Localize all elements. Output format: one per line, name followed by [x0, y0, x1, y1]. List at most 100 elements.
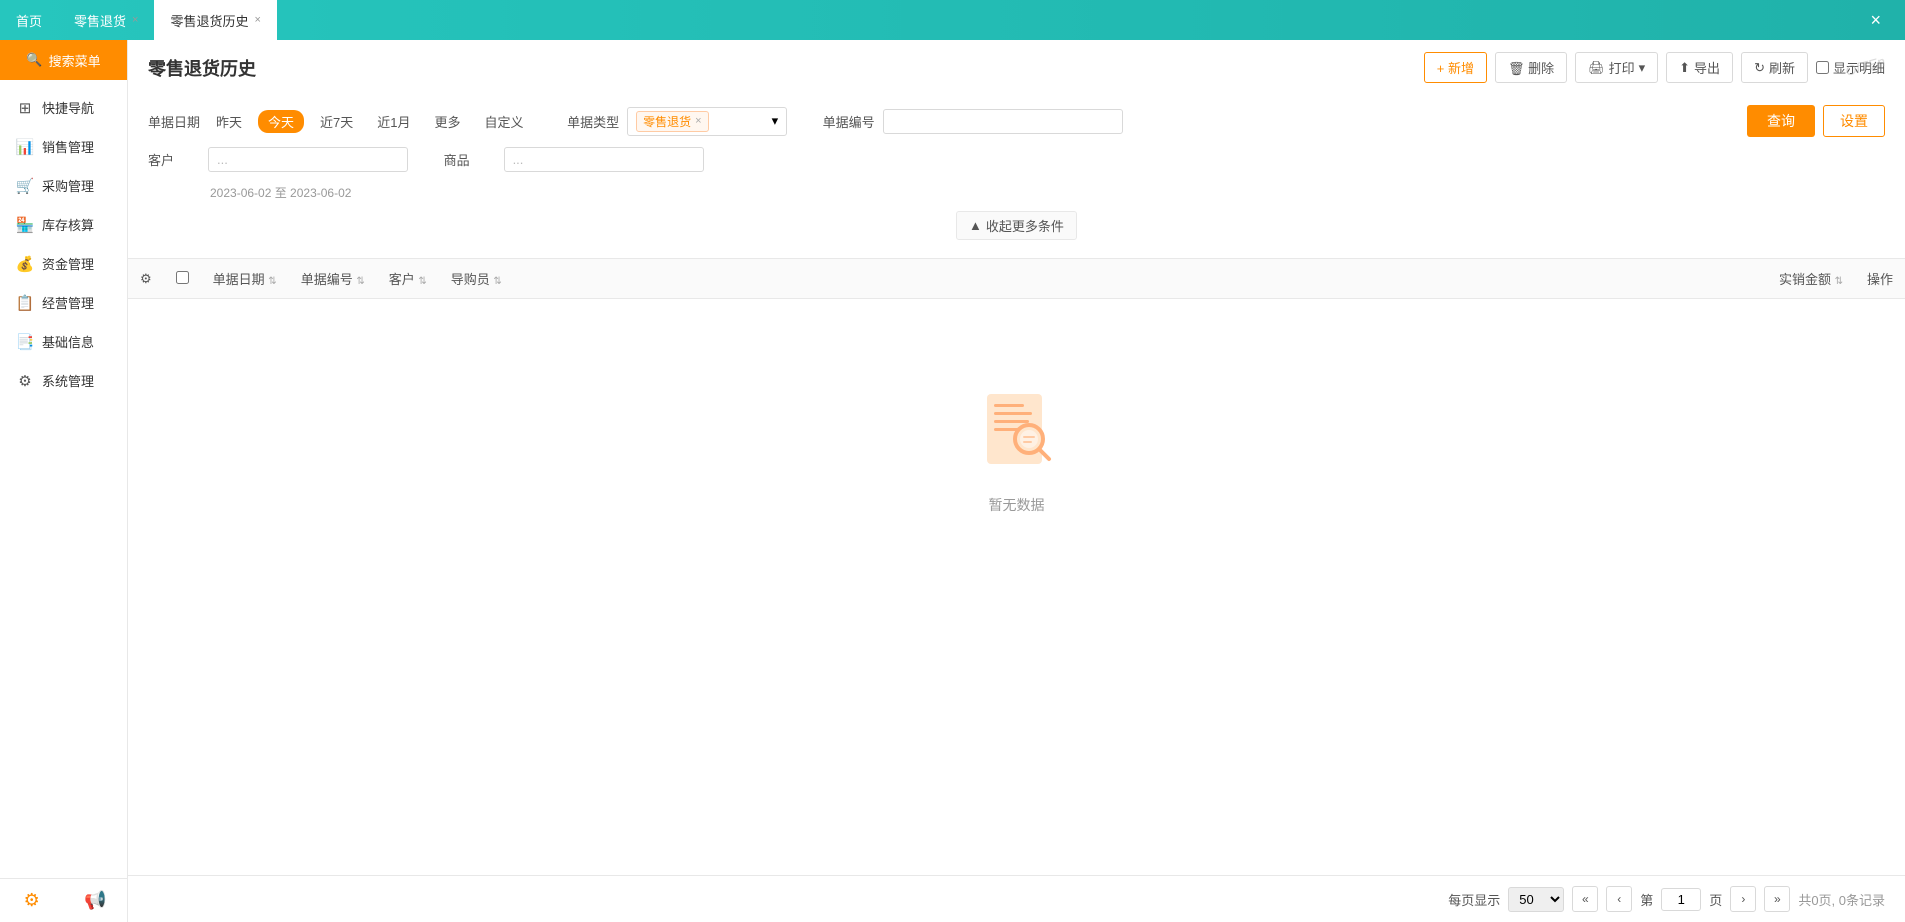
tab-close-零售退货历史[interactable]: ×	[254, 14, 260, 26]
window-close-button[interactable]: ×	[1862, 10, 1889, 31]
sort-bill-date-icon: ⇅	[268, 276, 276, 287]
th-spacer	[514, 259, 1767, 299]
sidebar-label-sales-mgmt: 销售管理	[42, 137, 94, 156]
bill-no-filter-label: 单据编号	[823, 112, 883, 131]
page-number-input[interactable]	[1661, 888, 1701, 911]
pagination-bar: 每页显示 20 50 100 « ‹ 第 页 › » 共0页, 0条记录	[128, 875, 1905, 922]
sidebar-label-quick-nav: 快捷导航	[42, 98, 94, 117]
bill-type-tag: 零售退货 ×	[636, 111, 708, 132]
prev-page-button[interactable]: ‹	[1606, 886, 1632, 912]
tab-零售退货历史[interactable]: 零售退货历史×	[154, 0, 276, 40]
sidebar-item-system-mgmt[interactable]: ⚙ 系统管理	[0, 361, 127, 400]
finance-icon: 💰	[16, 255, 34, 273]
set-button[interactable]: 设置	[1823, 105, 1885, 137]
top-bar: 首页零售退货×零售退货历史× ×	[0, 0, 1905, 40]
th-customer[interactable]: 客户 ⇅	[377, 259, 439, 299]
collapse-icon: ▲	[969, 218, 982, 233]
empty-text: 暂无数据	[989, 495, 1045, 515]
bill-type-select[interactable]: 零售退货 × ▾	[627, 107, 787, 136]
page-title-row: 零售退货历史 + 新增 🗑 删除 🖨 打印 ▾ ⬆ 导出 ↻	[148, 52, 1885, 83]
goods-input[interactable]	[504, 147, 704, 172]
system-mgmt-icon: ⚙	[16, 372, 34, 390]
th-guide-label: 导购员	[451, 272, 490, 287]
sidebar-label-finance: 资金管理	[42, 254, 94, 273]
print-icon: 🖨	[1588, 60, 1605, 76]
show-detail-checkbox[interactable]	[1816, 61, 1829, 74]
print-dropdown-icon: ▾	[1639, 60, 1646, 76]
settings-bottom-icon[interactable]: ⚙	[18, 887, 46, 915]
sidebar-label-operations: 经营管理	[42, 293, 94, 312]
bill-no-input[interactable]	[883, 109, 1123, 134]
th-bill-date[interactable]: 单据日期 ⇅	[201, 259, 289, 299]
filter-dates: 昨天 今天 近7天 近1月 更多 自定义	[208, 110, 532, 133]
sidebar-label-system-mgmt: 系统管理	[42, 371, 94, 390]
sort-customer-icon: ⇅	[418, 276, 426, 287]
customer-input[interactable]	[208, 147, 408, 172]
sidebar-item-basic-info[interactable]: 📑 基础信息	[0, 322, 127, 361]
delete-button[interactable]: 🗑 删除	[1495, 52, 1567, 83]
page-header: 零售退货历史 + 新增 🗑 删除 🖨 打印 ▾ ⬆ 导出 ↻	[128, 40, 1905, 259]
filter-row-customer: 客户 商品	[148, 147, 1885, 172]
query-button[interactable]: 查询	[1747, 105, 1815, 137]
empty-state: 暂无数据	[128, 299, 1905, 595]
empty-cell: 暂无数据	[128, 299, 1905, 596]
tab-首页[interactable]: 首页	[0, 0, 58, 40]
sidebar-item-operations[interactable]: 📋经营管理	[0, 283, 127, 322]
sidebar-item-inventory[interactable]: 🏪 库存核算	[0, 205, 127, 244]
empty-row: 暂无数据	[128, 299, 1905, 596]
page-size-select[interactable]: 20 50 100	[1508, 887, 1564, 912]
th-customer-label: 客户	[389, 272, 415, 287]
sidebar-item-purchase-mgmt[interactable]: 🛒采购管理	[0, 166, 127, 205]
new-button[interactable]: + 新增	[1424, 52, 1487, 83]
export-icon: ⬆	[1679, 60, 1690, 76]
refresh-button[interactable]: ↻ 刷新	[1741, 52, 1808, 83]
inventory-icon: 🏪	[16, 216, 34, 234]
date-btn-today[interactable]: 今天	[258, 110, 304, 133]
export-button[interactable]: ⬆ 导出	[1666, 52, 1733, 83]
toolbar: + 新增 🗑 删除 🖨 打印 ▾ ⬆ 导出 ↻ 刷新	[1424, 52, 1885, 83]
sidebar-label-basic-info: 基础信息	[42, 332, 94, 351]
search-icon: 🔍	[26, 52, 42, 68]
date-btn-yesterday[interactable]: 昨天	[208, 110, 250, 133]
last-page-button[interactable]: »	[1764, 886, 1790, 912]
tab-零售退货[interactable]: 零售退货×	[58, 0, 154, 40]
bill-type-tag-text: 零售退货	[643, 113, 691, 130]
date-btn-custom[interactable]: 自定义	[477, 110, 532, 133]
th-checkbox[interactable]	[164, 259, 201, 299]
th-guide[interactable]: 导购员 ⇅	[439, 259, 514, 299]
th-settings[interactable]: ⚙	[128, 259, 164, 299]
sidebar-item-sales-mgmt[interactable]: 📊销售管理	[0, 127, 127, 166]
sort-bill-no-icon: ⇅	[356, 276, 364, 287]
show-detail-checkbox-label[interactable]: 显示明细	[1816, 58, 1885, 77]
date-btn-1month[interactable]: 近1月	[369, 110, 418, 133]
next-page-button[interactable]: ›	[1730, 886, 1756, 912]
export-label: 导出	[1694, 58, 1720, 77]
tab-close-零售退货[interactable]: ×	[132, 14, 138, 26]
sidebar-item-finance[interactable]: 💰 资金管理	[0, 244, 127, 283]
sidebar-search[interactable]: 🔍 搜索菜单	[0, 40, 127, 80]
refresh-icon: ↻	[1754, 60, 1765, 76]
th-amount[interactable]: 实销金额 ⇅	[1767, 259, 1855, 299]
tab-bar: 首页零售退货×零售退货历史×	[0, 0, 1862, 40]
sidebar-item-quick-nav[interactable]: ⊞ 快捷导航	[0, 88, 127, 127]
sidebar-label-inventory: 库存核算	[42, 215, 94, 234]
th-bill-no[interactable]: 单据编号 ⇅	[289, 259, 377, 299]
th-amount-label: 实销金额	[1779, 272, 1831, 287]
sidebar-search-label: 搜索菜单	[49, 51, 101, 70]
print-button[interactable]: 🖨 打印 ▾	[1575, 52, 1658, 83]
basic-info-icon: 📑	[16, 333, 34, 351]
page-size-label: 每页显示	[1448, 890, 1500, 909]
sidebar-nav: ⊞ 快捷导航 📊销售管理🛒采购管理 🏪 库存核算 💰 资金管理 📋经营管理 📑 基础信息 ⚙ 系统管理	[0, 80, 127, 878]
date-btn-7days[interactable]: 近7天	[312, 110, 361, 133]
collapse-button[interactable]: ▲ 收起更多条件	[956, 211, 1077, 240]
bill-type-tag-close[interactable]: ×	[695, 115, 701, 127]
date-range-text: 2023-06-02 至 2023-06-02	[210, 184, 351, 201]
date-btn-more[interactable]: 更多	[427, 110, 469, 133]
select-all-checkbox[interactable]	[176, 271, 189, 284]
bill-type-filter-label: 单据类型	[567, 112, 627, 131]
table-header-row: ⚙ 单据日期 ⇅ 单据编号 ⇅ 客户	[128, 259, 1905, 299]
first-page-button[interactable]: «	[1572, 886, 1598, 912]
audio-bottom-icon[interactable]: 📢	[81, 887, 109, 915]
quick-nav-icon: ⊞	[16, 99, 34, 117]
sort-amount-icon: ⇅	[1835, 276, 1843, 287]
